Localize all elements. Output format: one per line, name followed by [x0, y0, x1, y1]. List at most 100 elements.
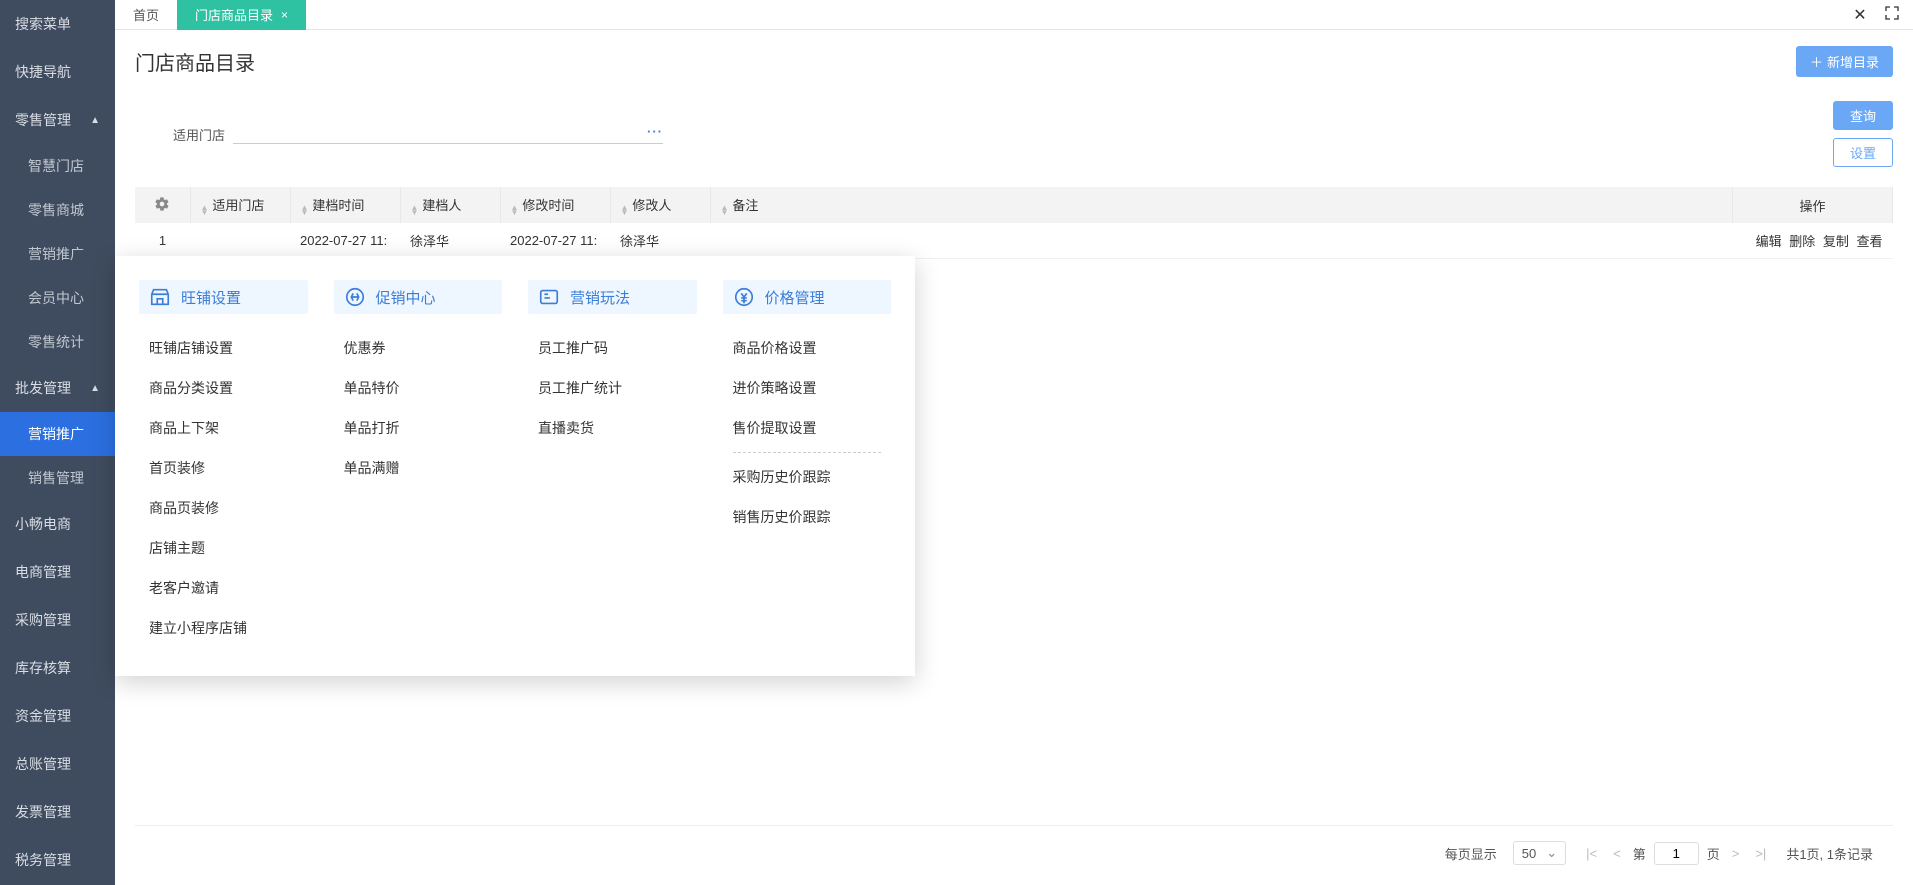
- page-number-input[interactable]: [1654, 842, 1699, 865]
- flyout-item[interactable]: 销售历史价跟踪: [723, 497, 892, 537]
- sidebar: 搜索菜单 快捷导航 零售管理▲ 智慧门店 零售商城 营销推广 会员中心 零售统计…: [0, 0, 115, 885]
- action-copy[interactable]: 复制: [1823, 234, 1849, 249]
- column-modifier[interactable]: ▲▼修改人: [610, 187, 710, 223]
- sidebar-subitem-marketing-retail[interactable]: 营销推广: [0, 232, 115, 276]
- flyout-item[interactable]: 单品打折: [334, 408, 503, 448]
- sort-icon: ▲▼: [411, 205, 419, 215]
- flyout-item[interactable]: 员工推广码: [528, 328, 697, 368]
- flyout-item[interactable]: 单品满赠: [334, 448, 503, 488]
- flyout-item[interactable]: 建立小程序店铺: [139, 608, 308, 648]
- flyout-item[interactable]: 商品价格设置: [723, 328, 892, 368]
- sort-icon: ▲▼: [721, 205, 729, 215]
- column-create-time[interactable]: ▲▼建档时间: [290, 187, 400, 223]
- flyout-item[interactable]: 老客户邀请: [139, 568, 308, 608]
- flyout-item[interactable]: 售价提取设置: [723, 408, 892, 448]
- column-modify-time[interactable]: ▲▼修改时间: [500, 187, 610, 223]
- page-header: 门店商品目录 ＋ 新增目录: [115, 30, 1913, 93]
- sidebar-subitem-retail-mall[interactable]: 零售商城: [0, 188, 115, 232]
- flyout-item[interactable]: 商品分类设置: [139, 368, 308, 408]
- sidebar-item-purchase[interactable]: 采购管理: [0, 596, 115, 644]
- main-area: 首页 门店商品目录 × ✕ 门店商品目录 ＋ 新增目录 适用门店: [115, 0, 1913, 885]
- flyout-item[interactable]: 单品特价: [334, 368, 503, 408]
- flyout-item[interactable]: 采购历史价跟踪: [723, 457, 892, 497]
- page-suffix: 页: [1707, 844, 1720, 863]
- sidebar-item-ledger[interactable]: 总账管理: [0, 740, 115, 788]
- page-prefix: 第: [1633, 844, 1646, 863]
- settings-button[interactable]: 设置: [1833, 138, 1893, 167]
- column-remark[interactable]: ▲▼备注: [710, 187, 1733, 223]
- sidebar-item-invoice[interactable]: 发票管理: [0, 788, 115, 836]
- column-creator[interactable]: ▲▼建档人: [400, 187, 500, 223]
- pagesize-select[interactable]: 50 ⌄: [1513, 841, 1566, 865]
- page-nav: |< < 第 页 > >|: [1582, 842, 1770, 865]
- sidebar-subitem-marketing-wholesale[interactable]: 营销推广: [0, 412, 115, 456]
- flyout-col-shop-settings: 旺铺设置 旺铺店铺设置 商品分类设置 商品上下架 首页装修 商品页装修 店铺主题…: [139, 280, 308, 648]
- sidebar-subitem-retail-stats[interactable]: 零售统计: [0, 320, 115, 364]
- tab-store-catalog[interactable]: 门店商品目录 ×: [177, 0, 306, 30]
- tabbar-close-button[interactable]: ✕: [1849, 5, 1871, 25]
- flyout-header-promotion: 促销中心: [334, 280, 503, 314]
- sort-icon: ▲▼: [301, 205, 309, 215]
- sidebar-item-funds[interactable]: 资金管理: [0, 692, 115, 740]
- flyout-item[interactable]: 首页装修: [139, 448, 308, 488]
- cell-creator: 徐泽华: [400, 223, 500, 259]
- marketing-icon: [538, 286, 560, 308]
- flyout-col-marketing: 营销玩法 员工推广码 员工推广统计 直播卖货: [528, 280, 697, 648]
- column-store[interactable]: ▲▼适用门店: [190, 187, 290, 223]
- flyout-item[interactable]: 旺铺店铺设置: [139, 328, 308, 368]
- fullscreen-icon[interactable]: [1881, 5, 1903, 26]
- pagination-summary: 共1页, 1条记录: [1786, 844, 1873, 863]
- cell-seq: 1: [135, 223, 190, 259]
- filter-more-icon[interactable]: ···: [647, 124, 663, 139]
- column-actions: 操作: [1733, 187, 1893, 223]
- sidebar-item-retail-mgmt[interactable]: 零售管理▲: [0, 96, 115, 144]
- tab-close-icon[interactable]: ×: [281, 8, 288, 22]
- cell-actions: 编辑 删除 复制 查看: [1733, 223, 1893, 259]
- per-page-label: 每页显示: [1445, 844, 1497, 863]
- sidebar-subitem-member-center[interactable]: 会员中心: [0, 276, 115, 320]
- data-table: ▲▼适用门店 ▲▼建档时间 ▲▼建档人 ▲▼修改时间 ▲▼修改人 ▲▼备注 操作…: [135, 187, 1893, 259]
- filter-store-input-wrap: ···: [233, 124, 663, 144]
- tabbar: 首页 门店商品目录 × ✕: [115, 0, 1913, 30]
- chevron-up-icon: ▲: [90, 115, 100, 126]
- flyout-header-marketing: 营销玩法: [528, 280, 697, 314]
- chevron-up-icon: ▲: [90, 383, 100, 394]
- sidebar-subitem-smart-store[interactable]: 智慧门店: [0, 144, 115, 188]
- flyout-item[interactable]: 店铺主题: [139, 528, 308, 568]
- flyout-item[interactable]: 优惠券: [334, 328, 503, 368]
- filter-store-input[interactable]: [233, 124, 647, 139]
- filter-bar: 适用门店 ··· 查询 设置: [115, 93, 1913, 187]
- sidebar-subitem-sales-mgmt[interactable]: 销售管理: [0, 456, 115, 500]
- column-gear[interactable]: [135, 187, 190, 223]
- sort-icon: ▲▼: [621, 205, 629, 215]
- sort-icon: ▲▼: [511, 205, 519, 215]
- table-row[interactable]: 1 2022-07-27 11: 徐泽华 2022-07-27 11: 徐泽华 …: [135, 223, 1893, 259]
- flyout-item[interactable]: 员工推广统计: [528, 368, 697, 408]
- flyout-item[interactable]: 进价策略设置: [723, 368, 892, 408]
- flyout-col-price: 价格管理 商品价格设置 进价策略设置 售价提取设置 采购历史价跟踪 销售历史价跟…: [723, 280, 892, 648]
- sidebar-item-quick-nav[interactable]: 快捷导航: [0, 48, 115, 96]
- page-last-button[interactable]: >|: [1751, 844, 1770, 863]
- flyout-item[interactable]: 商品上下架: [139, 408, 308, 448]
- sidebar-item-ecommerce[interactable]: 电商管理: [0, 548, 115, 596]
- action-view[interactable]: 查看: [1856, 234, 1882, 249]
- page-title: 门店商品目录: [135, 47, 255, 76]
- query-button[interactable]: 查询: [1833, 101, 1893, 130]
- add-catalog-button[interactable]: ＋ 新增目录: [1796, 46, 1893, 77]
- page-first-button[interactable]: |<: [1582, 844, 1601, 863]
- sidebar-item-tax[interactable]: 税务管理: [0, 836, 115, 884]
- flyout-item[interactable]: 直播卖货: [528, 408, 697, 448]
- sidebar-item-search-menu[interactable]: 搜索菜单: [0, 0, 115, 48]
- page-prev-button[interactable]: <: [1609, 844, 1625, 863]
- flyout-divider: [733, 452, 882, 453]
- flyout-col-promotion: 促销中心 优惠券 单品特价 单品打折 单品满赠: [334, 280, 503, 648]
- sidebar-item-xiaochang[interactable]: 小畅电商: [0, 500, 115, 548]
- sidebar-item-wholesale[interactable]: 批发管理▲: [0, 364, 115, 412]
- page-next-button[interactable]: >: [1728, 844, 1744, 863]
- action-delete[interactable]: 删除: [1789, 234, 1815, 249]
- sidebar-item-inventory[interactable]: 库存核算: [0, 644, 115, 692]
- tab-home[interactable]: 首页: [115, 0, 177, 30]
- sort-icon: ▲▼: [201, 205, 209, 215]
- action-edit[interactable]: 编辑: [1756, 234, 1782, 249]
- flyout-item[interactable]: 商品页装修: [139, 488, 308, 528]
